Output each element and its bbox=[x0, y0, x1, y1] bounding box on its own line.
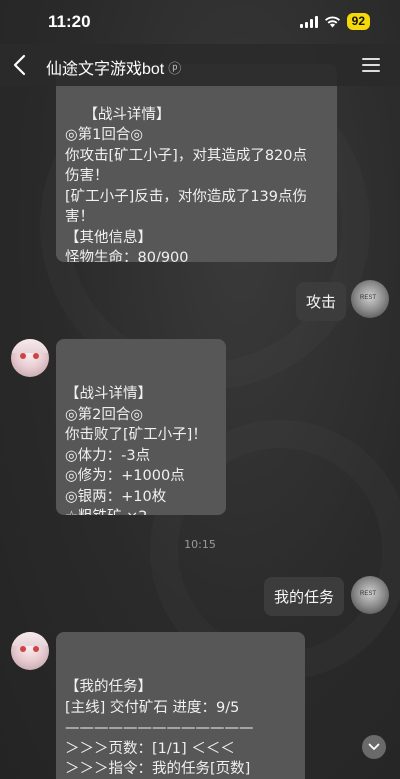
message-timestamp: 10:15 bbox=[184, 538, 216, 551]
user-message[interactable]: 攻击 bbox=[296, 282, 347, 321]
chevron-left-icon bbox=[13, 54, 26, 76]
bot-avatar[interactable] bbox=[11, 339, 49, 377]
chat-area[interactable]: 【战斗详情】 ◎第1回合◎ 你攻击[矿工小子]，对其造成了820点 伤害！ [矿… bbox=[0, 0, 400, 779]
chat-title-text: 仙途文字游戏bot bbox=[46, 61, 165, 78]
message-text: 【战斗详情】 ◎第2回合◎ 你击败了[矿工小子]！ ◎体力：-3点 ◎修为：+1… bbox=[65, 386, 207, 515]
bot-badge-icon: ⓟ bbox=[168, 61, 182, 76]
battery-indicator: 92 bbox=[346, 13, 370, 30]
user-message[interactable]: 我的任务 bbox=[264, 577, 345, 616]
chevron-down-icon bbox=[368, 743, 380, 750]
message-text: 【我的任务】 [主线] 交付矿石 进度：9/5 ————————————— ＞＞… bbox=[65, 679, 254, 777]
message-text: 我的任务 bbox=[274, 588, 335, 606]
status-time: 11:20 bbox=[48, 12, 91, 31]
bot-avatar[interactable] bbox=[11, 632, 49, 670]
user-avatar[interactable] bbox=[351, 576, 389, 614]
bot-message[interactable]: 【我的任务】 [主线] 交付矿石 进度：9/5 ————————————— ＞＞… bbox=[56, 632, 305, 779]
menu-icon bbox=[362, 58, 380, 60]
user-avatar[interactable] bbox=[351, 280, 389, 318]
bot-message[interactable]: 【战斗详情】 ◎第2回合◎ 你击败了[矿工小子]！ ◎体力：-3点 ◎修为：+1… bbox=[56, 339, 226, 515]
back-button[interactable] bbox=[10, 52, 32, 78]
message-text: 攻击 bbox=[306, 293, 337, 311]
chat-title: 仙途文字游戏bot ⓟ bbox=[46, 55, 181, 79]
message-text: 【战斗详情】 ◎第1回合◎ 你攻击[矿工小子]，对其造成了820点 伤害！ [矿… bbox=[65, 106, 307, 263]
scroll-to-bottom-button[interactable] bbox=[362, 735, 386, 759]
status-bar: 11:20 92 bbox=[0, 0, 400, 44]
wifi-icon bbox=[324, 15, 341, 28]
signal-icon bbox=[299, 15, 318, 28]
menu-button[interactable] bbox=[362, 58, 380, 72]
nav-bar: 仙途文字游戏bot ⓟ bbox=[0, 44, 400, 86]
bot-message[interactable]: 【战斗详情】 ◎第1回合◎ 你攻击[矿工小子]，对其造成了820点 伤害！ [矿… bbox=[56, 64, 337, 262]
